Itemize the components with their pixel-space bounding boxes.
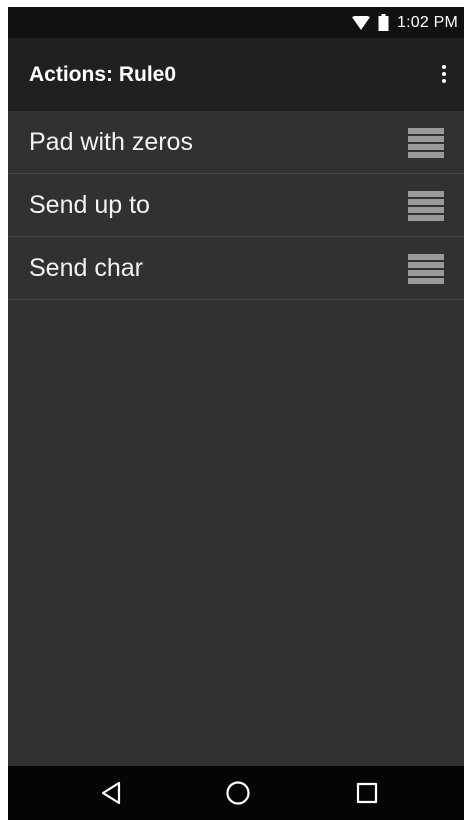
list-item-label: Pad with zeros [29, 128, 193, 156]
action-list: Pad with zeros Send up to Send char [8, 111, 464, 300]
list-item[interactable]: Pad with zeros [8, 111, 464, 174]
back-icon [101, 781, 121, 805]
drag-handle-bar [408, 278, 444, 284]
overflow-dot [442, 72, 446, 76]
list-item[interactable]: Send up to [8, 174, 464, 237]
status-icons: 1:02 PM [352, 7, 458, 38]
drag-handle-bar [408, 207, 444, 213]
recents-icon [356, 782, 378, 804]
drag-handle-bar [408, 128, 444, 134]
status-time: 1:02 PM [397, 13, 458, 31]
drag-handle-bar [408, 199, 444, 205]
status-bar: 1:02 PM [8, 7, 464, 38]
drag-handle-bar [408, 152, 444, 158]
action-bar: Actions: Rule0 [8, 38, 464, 111]
drag-handle-icon[interactable] [408, 128, 444, 158]
drag-handle-icon[interactable] [408, 254, 444, 284]
list-item-label: Send char [29, 254, 143, 282]
drag-handle-bar [408, 144, 444, 150]
wifi-icon [352, 15, 370, 30]
page-title: Actions: Rule0 [29, 63, 177, 86]
battery-icon [378, 14, 389, 31]
home-icon [226, 781, 250, 805]
home-button[interactable] [208, 766, 268, 820]
drag-handle-icon[interactable] [408, 191, 444, 221]
drag-handle-bar [408, 262, 444, 268]
drag-handle-bar [408, 270, 444, 276]
more-vert-icon[interactable] [432, 52, 456, 96]
drag-handle-bar [408, 215, 444, 221]
drag-handle-bar [408, 136, 444, 142]
drag-handle-bar [408, 254, 444, 260]
back-button[interactable] [81, 766, 141, 820]
list-item-label: Send up to [29, 191, 150, 219]
list-item[interactable]: Send char [8, 237, 464, 300]
overflow-dot [442, 79, 446, 83]
overflow-dot [442, 65, 446, 69]
recents-button[interactable] [337, 766, 397, 820]
navigation-bar [8, 766, 464, 820]
phone-screen: 1:02 PM Actions: Rule0 Pad with zeros Se… [8, 7, 464, 820]
drag-handle-bar [408, 191, 444, 197]
